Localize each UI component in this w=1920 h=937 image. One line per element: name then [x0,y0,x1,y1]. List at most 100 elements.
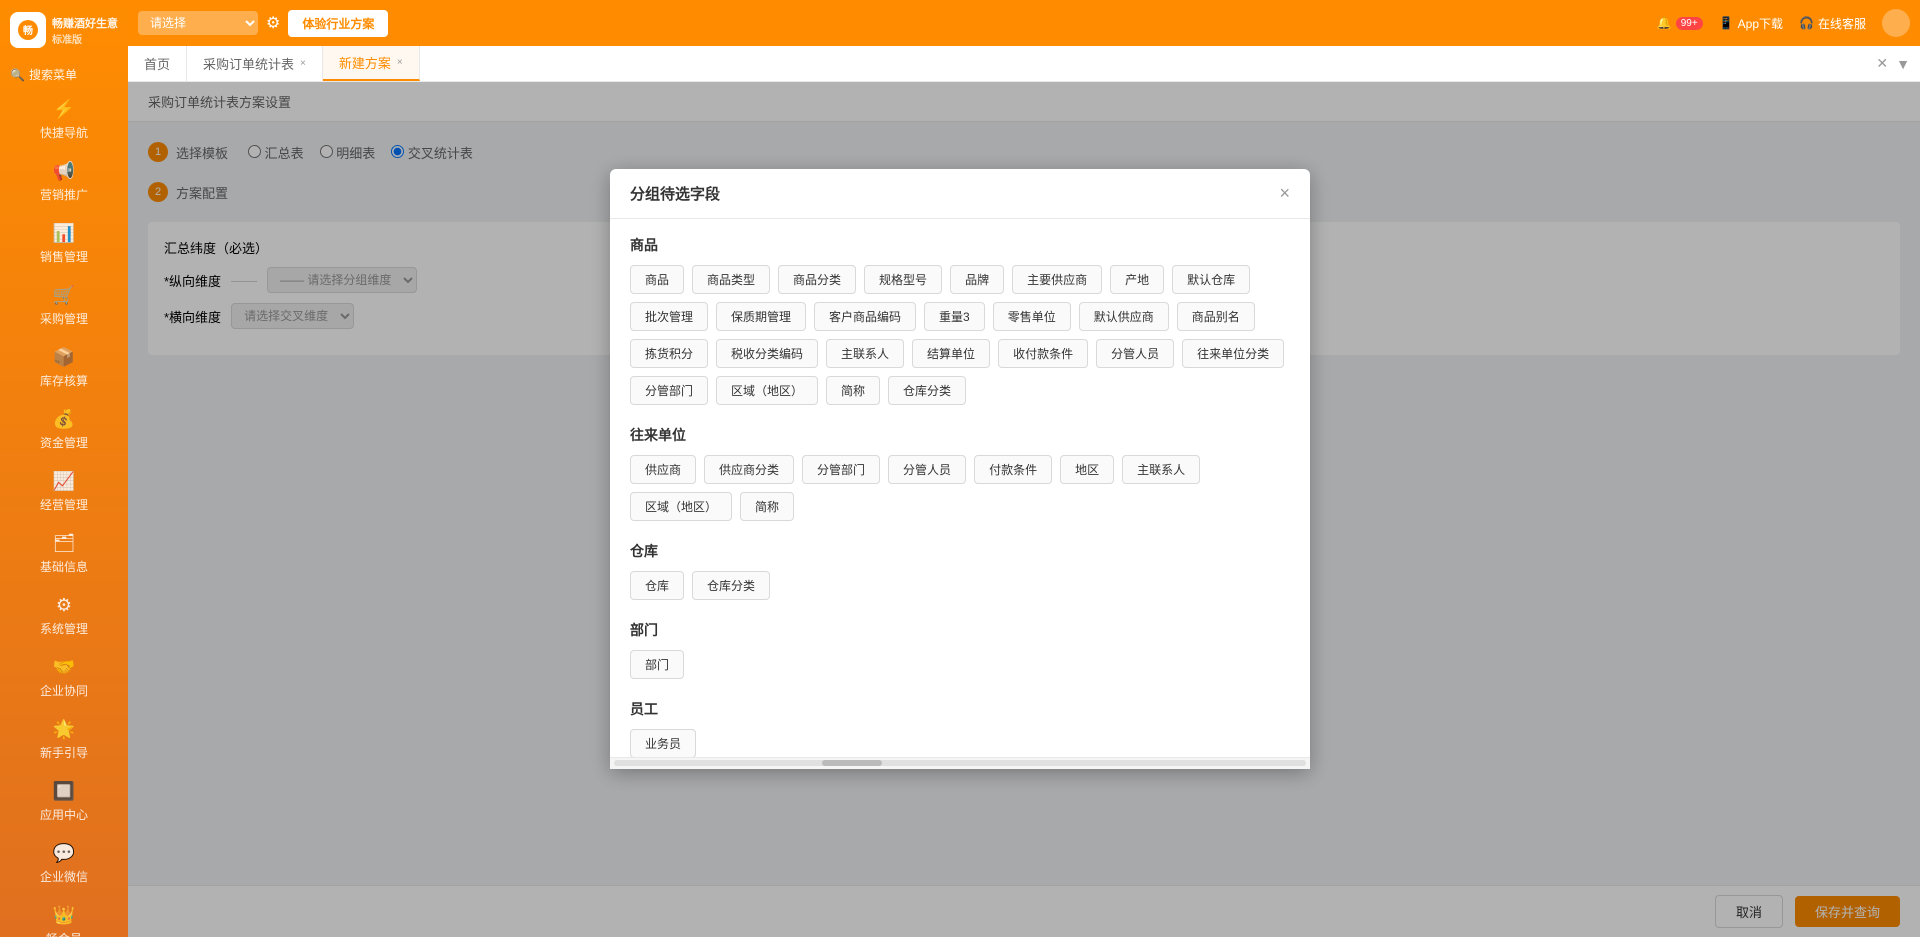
field-tag[interactable]: 仓库分类 [692,571,770,600]
field-tag[interactable]: 商品类型 [692,265,770,294]
sidebar-item-corp[interactable]: 🤝 企业协同 [0,647,128,709]
field-tag[interactable]: 分管部门 [630,376,708,405]
notification-icon: 🔔 [1657,16,1672,30]
tab-new-plan-close[interactable]: × [397,57,403,68]
field-tag[interactable]: 结算单位 [912,339,990,368]
base-icon: 🗂 [53,533,76,554]
field-tag[interactable]: 仓库 [630,571,684,600]
field-tag[interactable]: 供应商分类 [704,455,794,484]
field-tag[interactable]: 零售单位 [993,302,1071,331]
version-label: 标准版 [52,31,118,46]
section-goods: 商品商品商品类型商品分类规格型号品牌主要供应商产地默认仓库批次管理保质期管理客户… [630,235,1290,405]
tab-new-plan[interactable]: 新建方案 × [323,46,420,81]
sidebar-item-sales[interactable]: 📊 销售管理 [0,213,128,275]
online-service-item[interactable]: 🎧 在线客服 [1799,15,1866,32]
tab-home-label: 首页 [144,54,170,73]
sidebar-item-marketing[interactable]: 📢 营销推广 [0,151,128,213]
modal-title: 分组待选字段 [630,183,720,204]
field-tag[interactable]: 业务员 [630,729,696,757]
field-tag[interactable]: 分管部门 [802,455,880,484]
sidebar-item-finance[interactable]: 💰 资金管理 [0,399,128,461]
field-tag[interactable]: 商品 [630,265,684,294]
sidebar-item-app-center[interactable]: 🔲 应用中心 [0,771,128,833]
field-tag[interactable]: 重量3 [924,302,985,331]
sidebar-item-label: 新手引导 [40,744,88,761]
field-tag[interactable]: 主联系人 [1122,455,1200,484]
sales-icon: 📊 [53,223,75,244]
field-tag[interactable]: 分管人员 [888,455,966,484]
sidebar-item-system[interactable]: ⚙ 系统管理 [0,585,128,647]
field-tag[interactable]: 客户商品编码 [814,302,916,331]
app-download-item[interactable]: 📱 App下载 [1719,15,1783,32]
notification-item[interactable]: 🔔 99+ [1657,16,1703,30]
sidebar-item-label: 基础信息 [40,558,88,575]
field-tag[interactable]: 简称 [826,376,880,405]
field-tag[interactable]: 往来单位分类 [1182,339,1284,368]
modal-horizontal-scrollbar[interactable] [610,757,1310,769]
app-download-label: App下载 [1738,15,1783,32]
field-tag[interactable]: 商品别名 [1177,302,1255,331]
field-grid-goods: 商品商品类型商品分类规格型号品牌主要供应商产地默认仓库批次管理保质期管理客户商品… [630,265,1290,405]
field-tag[interactable]: 部门 [630,650,684,679]
purchase-icon: 🛒 [53,285,75,306]
tab-home[interactable]: 首页 [128,46,187,81]
avatar[interactable] [1882,9,1910,37]
sidebar-item-member[interactable]: 👑 畅会员 [0,895,128,937]
app-center-icon: 🔲 [53,781,75,802]
field-tag[interactable]: 收付款条件 [998,339,1088,368]
sidebar: 畅 畅赚酒好生意 标准版 🔍 搜索菜单 ⚡ 快捷导航 📢 营销推广 📊 销售管理… [0,0,128,937]
sidebar-item-corp-wechat[interactable]: 💬 企业微信 [0,833,128,895]
sidebar-item-base[interactable]: 🗂 基础信息 [0,523,128,585]
sidebar-item-label: 营销推广 [40,186,88,203]
sidebar-item-purchase[interactable]: 🛒 采购管理 [0,275,128,337]
field-tag[interactable]: 规格型号 [864,265,942,294]
field-tag[interactable]: 税收分类编码 [716,339,818,368]
field-tag[interactable]: 主要供应商 [1012,265,1102,294]
field-tag[interactable]: 区域（地区） [630,492,732,521]
hscroll-thumb [822,760,882,766]
field-tag[interactable]: 商品分类 [778,265,856,294]
field-tag[interactable]: 产地 [1110,265,1164,294]
field-tag[interactable]: 付款条件 [974,455,1052,484]
sidebar-item-operation[interactable]: 📈 经营管理 [0,461,128,523]
sidebar-search[interactable]: 🔍 搜索菜单 [0,60,128,89]
field-tag[interactable]: 仓库分类 [888,376,966,405]
section-title-warehouse: 仓库 [630,541,1290,561]
experience-btn[interactable]: 体验行业方案 [288,10,388,37]
tab-purchase-stats-label: 采购订单统计表 [203,54,294,73]
field-tag[interactable]: 主联系人 [826,339,904,368]
guide-icon: 🌟 [53,719,75,740]
system-icon: ⚙ [56,595,72,616]
tab-purchase-stats-close[interactable]: × [300,58,306,69]
sidebar-item-label: 应用中心 [40,806,88,823]
field-tag[interactable]: 分管人员 [1096,339,1174,368]
sidebar-item-guide[interactable]: 🌟 新手引导 [0,709,128,771]
field-tag[interactable]: 地区 [1060,455,1114,484]
section-employee: 员工业务员 [630,699,1290,757]
sidebar-item-label: 快捷导航 [40,124,88,141]
sidebar-item-label: 资金管理 [40,434,88,451]
field-tag[interactable]: 区域（地区） [716,376,818,405]
field-tag[interactable]: 默认仓库 [1172,265,1250,294]
tab-bar: 首页 采购订单统计表 × 新建方案 × ✕ ▼ [128,46,1920,82]
field-tag[interactable]: 拣货积分 [630,339,708,368]
sidebar-item-quick-nav[interactable]: ⚡ 快捷导航 [0,89,128,151]
field-tag[interactable]: 供应商 [630,455,696,484]
field-tag[interactable]: 保质期管理 [716,302,806,331]
section-title-employee: 员工 [630,699,1290,719]
modal-close-button[interactable]: × [1279,183,1290,204]
field-tag[interactable]: 品牌 [950,265,1004,294]
search-icon: 🔍 [10,68,25,82]
field-tag[interactable]: 默认供应商 [1079,302,1169,331]
header-gear-icon[interactable]: ⚙ [266,13,280,33]
field-tag[interactable]: 批次管理 [630,302,708,331]
sidebar-item-inventory[interactable]: 📦 库存核算 [0,337,128,399]
tab-purchase-stats[interactable]: 采购订单统计表 × [187,46,323,81]
tabs-close-all-icon[interactable]: ✕ [1876,55,1888,72]
operation-icon: 📈 [53,471,75,492]
header: 请选择 ⚙ 体验行业方案 🔔 99+ 📱 App下载 🎧 在线客服 [128,0,1920,46]
company-select[interactable]: 请选择 [138,11,258,35]
tabs-menu-icon[interactable]: ▼ [1896,56,1910,72]
section-title-goods: 商品 [630,235,1290,255]
field-tag[interactable]: 简称 [740,492,794,521]
